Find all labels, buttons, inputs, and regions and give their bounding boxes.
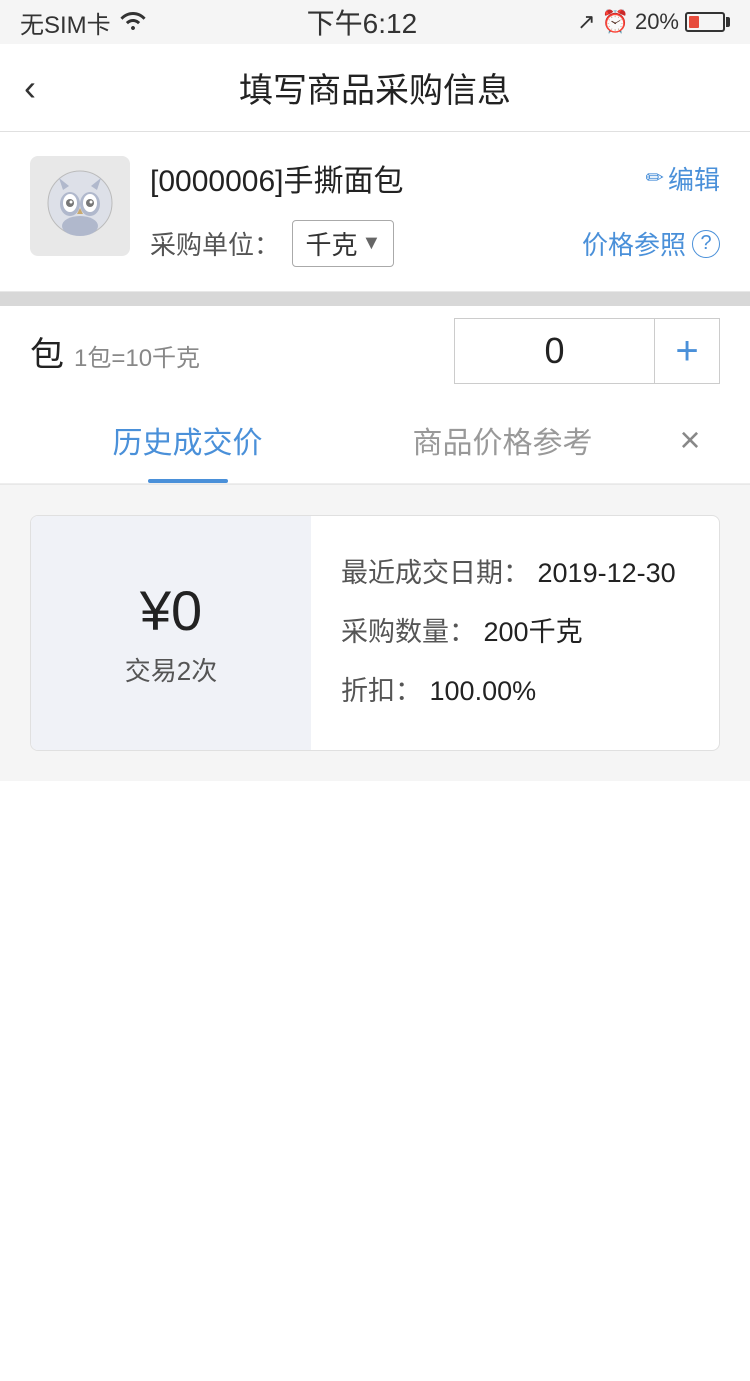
discount-value: 100.00% bbox=[430, 676, 537, 706]
edit-button[interactable]: ✏ 编辑 bbox=[646, 160, 720, 197]
content-area: ¥0 交易2次 最近成交日期： 2019-12-30 采购数量： 200千克 折… bbox=[0, 485, 750, 781]
card-price-summary: ¥0 交易2次 bbox=[31, 516, 311, 750]
location-icon: ↗ bbox=[577, 9, 595, 35]
unit-value: 千克 bbox=[305, 225, 357, 262]
discount-row: 折扣： 100.00% bbox=[341, 670, 689, 713]
battery-percent: 20% bbox=[635, 9, 679, 35]
card-details: 最近成交日期： 2019-12-30 采购数量： 200千克 折扣： 100.0… bbox=[311, 516, 719, 750]
tab-history-price[interactable]: 历史成交价 bbox=[30, 396, 345, 483]
unit-dropdown[interactable]: 千克 ▼ bbox=[292, 220, 394, 267]
section-divider bbox=[0, 292, 750, 306]
status-left: 无SIM卡 bbox=[20, 5, 147, 40]
recent-date-label: 最近成交日期： bbox=[341, 558, 530, 588]
tab-product-price-ref[interactable]: 商品价格参考 bbox=[345, 396, 660, 483]
back-button[interactable]: ‹ bbox=[24, 67, 36, 109]
discount-label: 折扣： bbox=[341, 676, 422, 706]
purchase-qty-value: 200千克 bbox=[484, 617, 583, 647]
wifi-icon bbox=[119, 8, 147, 37]
tab-product-price-ref-label: 商品价格参考 bbox=[413, 418, 593, 462]
price-ref-label: 价格参照 bbox=[582, 225, 686, 262]
quantity-input-wrap: + bbox=[454, 318, 720, 384]
product-info: [0000006]手撕面包 ✏ 编辑 采购单位： 千克 ▼ 价格参照 bbox=[150, 156, 720, 267]
unit-row-left: 采购单位： 千克 ▼ bbox=[150, 220, 394, 267]
unit-label: 采购单位： bbox=[150, 230, 280, 260]
price-ref-help-icon: ? bbox=[692, 230, 720, 258]
battery-icon bbox=[685, 12, 730, 32]
card-transactions: 交易2次 bbox=[125, 651, 217, 688]
product-section: [0000006]手撕面包 ✏ 编辑 采购单位： 千克 ▼ 价格参照 bbox=[0, 132, 750, 292]
price-reference-button[interactable]: 价格参照 ? bbox=[582, 225, 720, 262]
edit-label: 编辑 bbox=[668, 160, 720, 197]
history-price-card: ¥0 交易2次 最近成交日期： 2019-12-30 采购数量： 200千克 折… bbox=[30, 515, 720, 751]
status-right: ↗ ⏰ 20% bbox=[577, 9, 730, 35]
card-price-value: ¥0 bbox=[140, 578, 202, 643]
tabs-section: 历史成交价 商品价格参考 × bbox=[0, 396, 750, 485]
quantity-conversion: 1包=10千克 bbox=[74, 338, 200, 373]
bottom-empty-area bbox=[0, 781, 750, 1381]
tab-history-price-label: 历史成交价 bbox=[113, 418, 263, 462]
quantity-input[interactable] bbox=[454, 318, 654, 384]
status-time: 下午6:12 bbox=[307, 2, 418, 42]
plus-icon: + bbox=[675, 329, 698, 374]
purchase-qty-row: 采购数量： 200千克 bbox=[341, 611, 689, 654]
product-full-name: [0000006]手撕面包 bbox=[150, 156, 403, 200]
product-logo bbox=[45, 168, 115, 245]
product-thumbnail bbox=[30, 156, 130, 256]
carrier-text: 无SIM卡 bbox=[20, 5, 111, 40]
dropdown-arrow-icon: ▼ bbox=[361, 232, 381, 255]
quantity-section: 包 1包=10千克 + bbox=[0, 306, 750, 396]
recent-date-row: 最近成交日期： 2019-12-30 bbox=[341, 552, 689, 595]
close-icon: × bbox=[679, 419, 700, 461]
tab-close-button[interactable]: × bbox=[660, 419, 720, 461]
tab-active-underline bbox=[148, 479, 228, 483]
nav-bar: ‹ 填写商品采购信息 bbox=[0, 44, 750, 132]
tabs-header: 历史成交价 商品价格参考 × bbox=[0, 396, 750, 484]
quantity-unit: 包 bbox=[30, 327, 64, 376]
quantity-label-wrap: 包 1包=10千克 bbox=[30, 327, 200, 376]
purchase-qty-label: 采购数量： bbox=[341, 617, 476, 647]
edit-icon: ✏ bbox=[646, 165, 664, 191]
status-bar: 无SIM卡 下午6:12 ↗ ⏰ 20% bbox=[0, 0, 750, 44]
alarm-icon: ⏰ bbox=[602, 9, 629, 35]
page-title: 填写商品采购信息 bbox=[239, 63, 511, 112]
quantity-plus-button[interactable]: + bbox=[654, 318, 720, 384]
recent-date-value: 2019-12-30 bbox=[538, 558, 676, 588]
